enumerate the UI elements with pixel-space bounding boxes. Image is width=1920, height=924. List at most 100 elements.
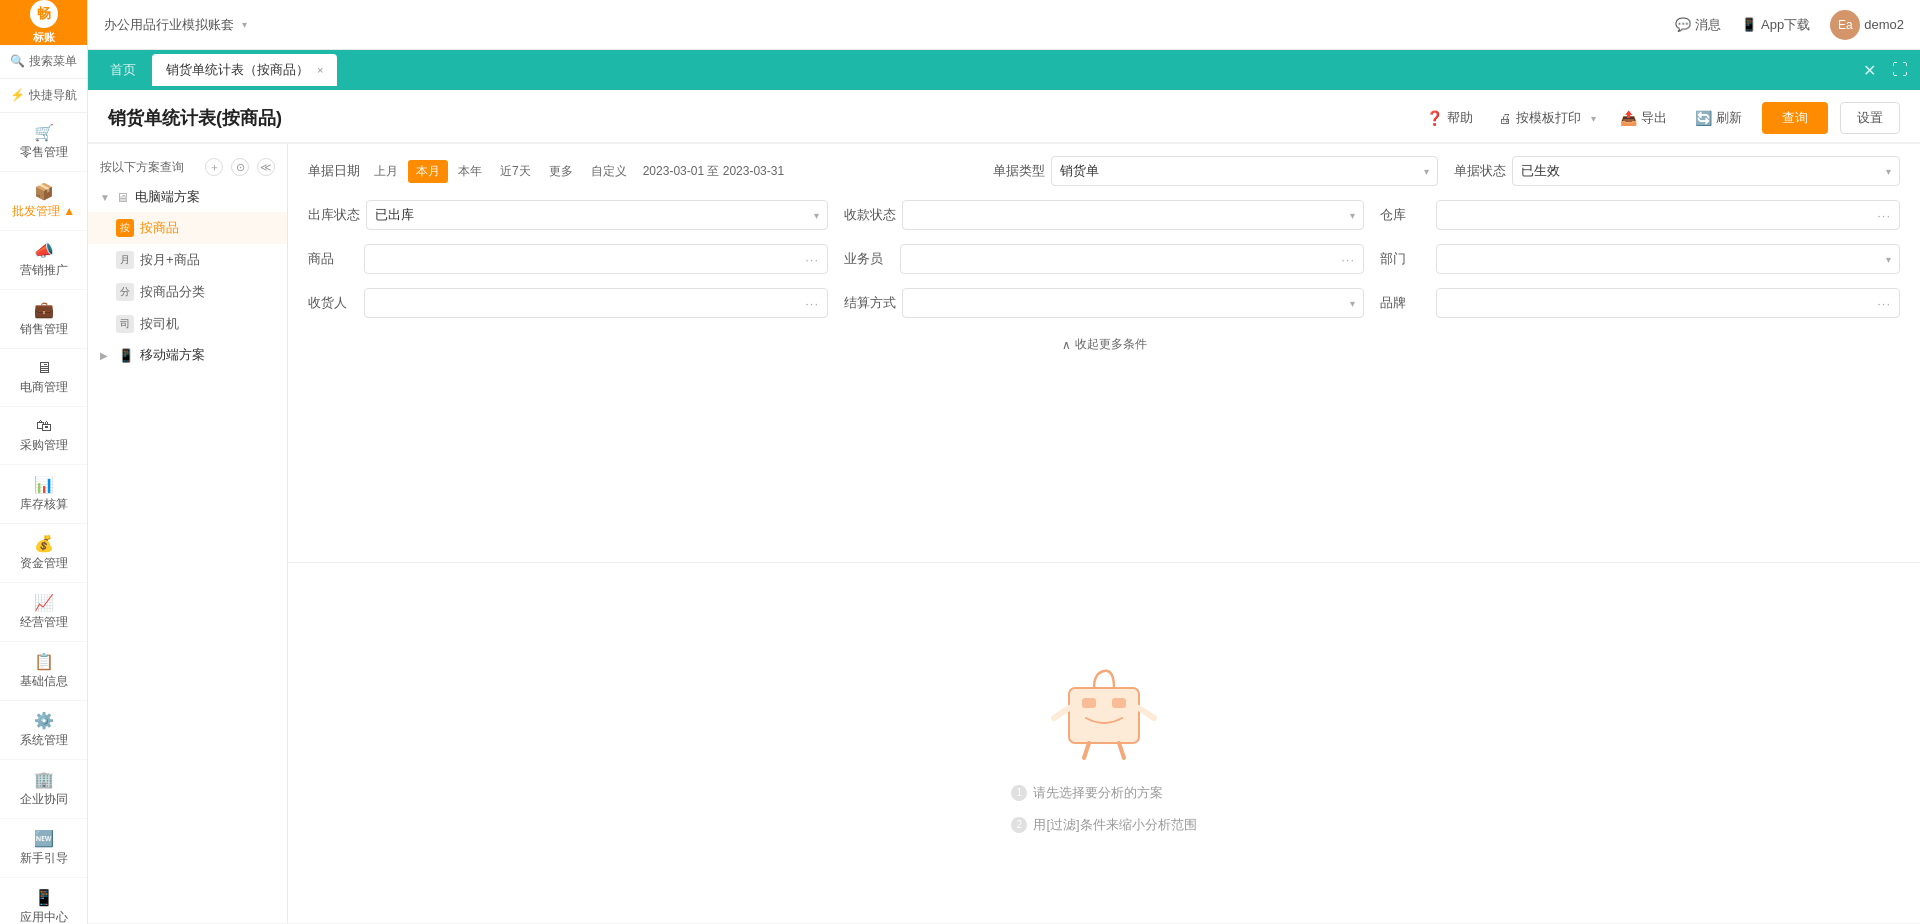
sidebar-item-marketing[interactable]: 📣 营销推广 — [0, 231, 87, 290]
empty-illustration — [1044, 643, 1164, 763]
industry-name: 办公用品行业模拟账套 — [104, 16, 234, 34]
sidebar-item-finance[interactable]: 💰 资金管理 — [0, 524, 87, 583]
tab-home-label: 首页 — [110, 61, 136, 79]
svg-line-3 — [1054, 708, 1069, 718]
salesperson-label: 业务员 — [844, 250, 894, 268]
sidebar-item-newbie[interactable]: 🆕 新手引导 — [0, 819, 87, 878]
scheme-item-by-driver-label: 按司机 — [140, 315, 179, 333]
filter-collapse-row: ∧ 收起更多条件 — [308, 332, 1900, 357]
product-control[interactable]: ··· — [364, 244, 828, 274]
department-control[interactable]: ▾ — [1436, 244, 1900, 274]
sidebar-item-wholesale[interactable]: 📦 批发管理 ▲ — [0, 172, 87, 231]
date-control: 上月 本月 本年 近7天 更多 自定义 2023-03-01 至 2023-03… — [366, 160, 977, 183]
salesperson-control[interactable]: ··· — [900, 244, 1364, 274]
main-container: 办公用品行业模拟账套 ▾ 💬 消息 📱 App下载 Ea demo2 首页 — [88, 0, 1920, 924]
date-tab-last-month[interactable]: 上月 — [366, 160, 406, 183]
query-btn[interactable]: 查询 — [1762, 102, 1828, 134]
help-btn[interactable]: ❓ 帮助 — [1418, 105, 1481, 131]
scheme-item-icon-by-product: 按 — [116, 219, 134, 237]
empty-hint-1: 1 请先选择要分析的方案 — [1011, 779, 1196, 807]
mobile-icon: 📱 — [118, 348, 134, 363]
sidebar-item-system[interactable]: ⚙️ 系统管理 — [0, 701, 87, 760]
filter-salesperson: 业务员 ··· — [844, 244, 1364, 274]
export-icon: 📤 — [1620, 110, 1637, 126]
scheme-item-by-product-label: 按商品 — [140, 219, 179, 237]
sidebar: 畅 标账 🔍 搜索菜单 ⚡ 快捷导航 🛒 零售管理 📦 批发管理 ▲ 📣 营销推… — [0, 0, 88, 924]
export-label: 导出 — [1641, 109, 1667, 127]
collapse-up-icon: ∧ — [1062, 338, 1071, 352]
scheme-item-by-category[interactable]: 分 按商品分类 — [88, 276, 287, 308]
scheme-add-btn[interactable]: ＋ — [205, 158, 223, 176]
refresh-btn[interactable]: 🔄 刷新 — [1687, 105, 1750, 131]
settings-btn[interactable]: 设置 — [1840, 102, 1900, 134]
out-status-label: 出库状态 — [308, 206, 360, 224]
print-btn[interactable]: 🖨 按模板打印 — [1493, 105, 1587, 131]
export-btn[interactable]: 📤 导出 — [1612, 105, 1675, 131]
svg-line-5 — [1084, 743, 1089, 758]
print-label: 按模板打印 — [1516, 109, 1581, 127]
date-tab-more[interactable]: 更多 — [541, 160, 581, 183]
scheme-edit-btn[interactable]: ⊙ — [231, 158, 249, 176]
sidebar-quicknav[interactable]: ⚡ 快捷导航 — [0, 79, 87, 113]
sidebar-item-retail[interactable]: 🛒 零售管理 — [0, 113, 87, 172]
collection-control[interactable]: ▾ — [902, 200, 1364, 230]
empty-text: 1 请先选择要分析的方案 2 用[过滤]条件来缩小分析范围 — [1011, 779, 1196, 843]
scheme-item-by-driver[interactable]: 司 按司机 — [88, 308, 287, 340]
scheme-item-by-product[interactable]: 按 按商品 — [88, 212, 287, 244]
svg-rect-1 — [1082, 698, 1096, 708]
scheme-group-pc-header[interactable]: ▼ 🖥 电脑端方案 — [88, 182, 287, 212]
product-label: 商品 — [308, 250, 358, 268]
filter-panel: 单据日期 上月 本月 本年 近7天 更多 自定义 — [288, 144, 1920, 562]
date-tab-custom[interactable]: 自定义 — [583, 160, 635, 183]
date-tabs: 上月 本月 本年 近7天 更多 自定义 — [366, 160, 635, 183]
brand-label: 品牌 — [1380, 294, 1430, 312]
brand-control[interactable]: ··· — [1436, 288, 1900, 318]
sidebar-item-ecom[interactable]: 🖥 电商管理 — [0, 349, 87, 407]
bill-type-control[interactable]: 销货单 ▾ — [1051, 156, 1439, 186]
settlement-control[interactable]: ▾ — [902, 288, 1364, 318]
date-range: 2023-03-01 至 2023-03-31 — [643, 163, 784, 180]
sidebar-item-inventory[interactable]: 📊 库存核算 — [0, 465, 87, 524]
tab-close-all-btn[interactable]: ✕ — [1859, 59, 1880, 82]
out-status-arrow: ▾ — [814, 210, 819, 221]
print-btn-group: 🖨 按模板打印 ▾ — [1493, 105, 1600, 131]
filter-warehouse: 仓库 ··· — [1380, 200, 1900, 230]
app-logo[interactable]: 畅 标账 — [0, 0, 87, 45]
filter-department: 部门 ▾ — [1380, 244, 1900, 274]
filter-settlement: 结算方式 ▾ — [844, 288, 1364, 318]
hint-number-1: 1 — [1011, 785, 1027, 801]
tab-close-btn[interactable]: × — [317, 64, 323, 76]
scheme-group-mobile-header[interactable]: ▶ 📱 移动端方案 — [88, 340, 287, 370]
date-tab-this-year[interactable]: 本年 — [450, 160, 490, 183]
sidebar-item-operations[interactable]: 📈 经营管理 — [0, 583, 87, 642]
scheme-item-by-month-product[interactable]: 月 按月+商品 — [88, 244, 287, 276]
bill-status-control[interactable]: 已生效 ▾ — [1512, 156, 1900, 186]
download-icon: 📱 — [1741, 17, 1757, 32]
monitor-icon: 🖥 — [116, 190, 129, 205]
sidebar-item-basic[interactable]: 📋 基础信息 — [0, 642, 87, 701]
tab-fullscreen-btn[interactable]: ⛶ — [1888, 59, 1912, 82]
app-download-btn[interactable]: 📱 App下载 — [1741, 16, 1810, 34]
avatar: Ea — [1830, 10, 1860, 40]
page-header: 销货单统计表(按商品) ❓ 帮助 🖨 按模板打印 ▾ 📤 — [88, 90, 1920, 143]
user-profile[interactable]: Ea demo2 — [1830, 10, 1904, 40]
tab-sales-stat[interactable]: 销货单统计表（按商品） × — [152, 54, 337, 86]
date-tab-last-7[interactable]: 近7天 — [492, 160, 539, 183]
receiver-control[interactable]: ··· — [364, 288, 828, 318]
collapse-btn[interactable]: ∧ 收起更多条件 — [1050, 332, 1159, 357]
date-tab-this-month[interactable]: 本月 — [408, 160, 448, 183]
warehouse-control[interactable]: ··· — [1436, 200, 1900, 230]
sidebar-item-appcenter[interactable]: 📱 应用中心 — [0, 878, 87, 924]
scheme-collapse-btn[interactable]: ≪ — [257, 158, 275, 176]
sidebar-item-sales[interactable]: 💼 销售管理 — [0, 290, 87, 349]
sidebar-search[interactable]: 🔍 搜索菜单 — [0, 45, 87, 79]
print-dropdown-arrow[interactable]: ▾ — [1587, 109, 1600, 128]
tab-home[interactable]: 首页 — [96, 54, 150, 86]
message-btn[interactable]: 💬 消息 — [1675, 16, 1721, 34]
industry-dropdown-arrow[interactable]: ▾ — [242, 19, 247, 30]
out-status-control[interactable]: 已出库 ▾ — [366, 200, 828, 230]
collapse-label: 收起更多条件 — [1075, 336, 1147, 353]
sidebar-item-enterprise[interactable]: 🏢 企业协同 — [0, 760, 87, 819]
collection-arrow: ▾ — [1350, 210, 1355, 221]
sidebar-item-purchase[interactable]: 🛍 采购管理 — [0, 407, 87, 465]
